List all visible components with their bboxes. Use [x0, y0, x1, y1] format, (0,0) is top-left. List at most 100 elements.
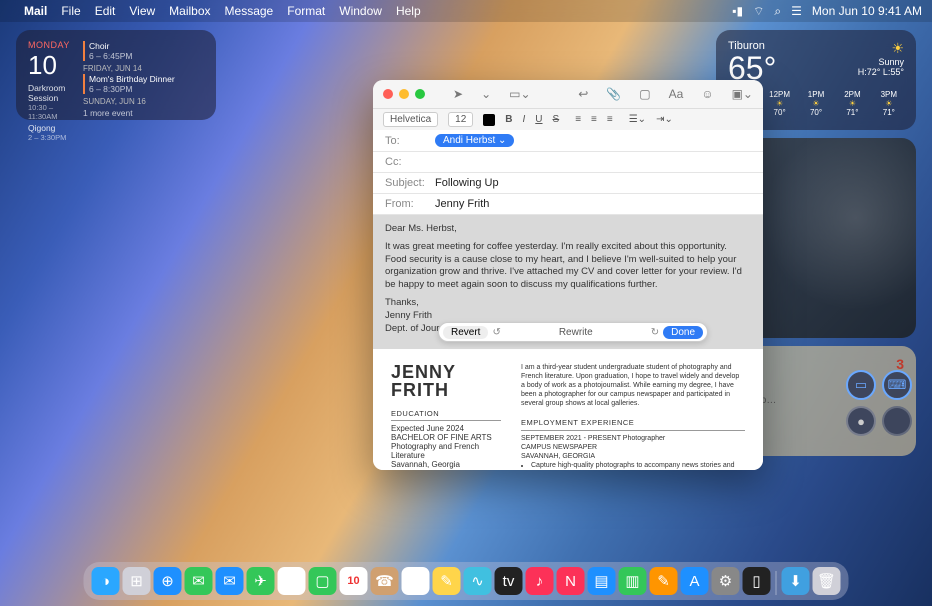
weather-condition: Sunny: [858, 57, 904, 67]
chevron-down-icon[interactable]: ⌄: [481, 87, 491, 101]
calendar-event: Choir 6 – 6:45PM: [83, 41, 204, 61]
underline-button[interactable]: U: [535, 114, 542, 125]
indent-icon[interactable]: ⇥⌄: [656, 114, 673, 125]
clock[interactable]: Mon Jun 10 9:41 AM: [812, 4, 922, 18]
resume-name: JENNYFRITH: [391, 363, 501, 399]
compose-body[interactable]: Dear Ms. Herbst, It was great meeting fo…: [373, 215, 763, 470]
dock-photos[interactable]: ✿: [278, 567, 306, 595]
dock-freeform[interactable]: ∿: [464, 567, 492, 595]
size-select[interactable]: 12: [448, 112, 473, 127]
align-left-icon[interactable]: ≡: [575, 114, 581, 125]
app-menu[interactable]: Mail: [24, 4, 47, 18]
subject-field-row[interactable]: Subject: Following Up: [373, 173, 763, 194]
calendar-day-label: MONDAY: [28, 40, 83, 50]
format-icon[interactable]: Aa: [669, 87, 684, 101]
dock-finder[interactable]: ◑: [92, 567, 120, 595]
resume-about: I am a third-year student undergraduate …: [521, 363, 745, 408]
resume-attachment: JENNYFRITH EDUCATION Expected June 2024 …: [373, 349, 763, 471]
dock-keynote[interactable]: ▤: [588, 567, 616, 595]
revert-button[interactable]: Revert: [443, 326, 488, 339]
close-button[interactable]: [383, 89, 393, 99]
dock-reminders[interactable]: ☰: [402, 567, 430, 595]
menu-bar: Mail File Edit View Mailbox Message Form…: [0, 0, 932, 22]
resume-bullets: Capture high-quality photographs to acco…: [531, 461, 745, 470]
dock-news[interactable]: N: [557, 567, 585, 595]
emoji-icon[interactable]: ☺: [701, 87, 713, 101]
window-titlebar[interactable]: ➤ ⌄ ▭⌄ ↩ 📎 ▢ Aa ☺ ▣⌄: [373, 80, 763, 108]
menu-window[interactable]: Window: [339, 4, 382, 18]
dock-mail[interactable]: ✉: [216, 567, 244, 595]
attach-icon[interactable]: 📎: [606, 87, 621, 101]
dock-music[interactable]: ♪: [526, 567, 554, 595]
photo-icon[interactable]: ▢: [639, 87, 650, 101]
calendar-event: Darkroom Session 10:30 – 11:30AM: [28, 83, 83, 121]
reply-icon[interactable]: ↩: [578, 87, 588, 101]
wifi-icon[interactable]: ⌔: [753, 4, 764, 19]
dock: ◑⊞⊕✉✉✈✿▢10☎☰✎∿tv♪N▤▥✎A⚙▯⬇🗑: [84, 562, 849, 600]
cc-field-row[interactable]: Cc:: [373, 152, 763, 173]
dock-notes[interactable]: ✎: [433, 567, 461, 595]
rewrite-label: Rewrite: [501, 327, 651, 338]
redo-icon[interactable]: ↻: [651, 327, 659, 338]
dock-settings[interactable]: ⚙: [712, 567, 740, 595]
rewrite-toolbar: Revert ↺ Rewrite ↻ Done: [438, 322, 708, 342]
desktop-controls: ▭ ⌨ ●: [846, 370, 912, 436]
to-field-row[interactable]: To: Andi Herbst ⌄: [373, 130, 763, 152]
menu-mailbox[interactable]: Mailbox: [169, 4, 210, 18]
list-icon[interactable]: ☰⌄: [629, 114, 646, 125]
control-center-icon[interactable]: ☰: [791, 4, 802, 18]
menu-help[interactable]: Help: [396, 4, 421, 18]
strike-button[interactable]: S: [553, 114, 560, 125]
dock-numbers[interactable]: ▥: [619, 567, 647, 595]
font-select[interactable]: Helvetica: [383, 112, 438, 127]
calendar-event: Qigong 2 – 3:30PM: [28, 123, 83, 142]
search-icon[interactable]: ⌕: [774, 4, 781, 19]
from-value[interactable]: Jenny Frith: [435, 198, 751, 210]
menu-view[interactable]: View: [129, 4, 155, 18]
dock-contacts[interactable]: ☎: [371, 567, 399, 595]
zoom-button[interactable]: [415, 89, 425, 99]
dock-messages[interactable]: ✉: [185, 567, 213, 595]
calendar-more: 1 more event: [83, 108, 204, 118]
display-control-icon[interactable]: ▭: [846, 370, 876, 400]
keyboard-control-icon[interactable]: ⌨: [882, 370, 912, 400]
undo-icon[interactable]: ↺: [492, 327, 500, 338]
mic-control-icon[interactable]: ●: [846, 406, 876, 436]
dock-tv[interactable]: tv: [495, 567, 523, 595]
calendar-day-number: 10: [28, 50, 83, 81]
header-toggle-icon[interactable]: ▭⌄: [509, 87, 530, 101]
dock-downloads[interactable]: ⬇: [782, 567, 810, 595]
dock-iphone[interactable]: ▯: [743, 567, 771, 595]
media-icon[interactable]: ▣⌄: [732, 87, 753, 101]
from-field-row[interactable]: From: Jenny Frith Revert ↺ Rewrite ↻ Don…: [373, 194, 763, 215]
dock-pages[interactable]: ✎: [650, 567, 678, 595]
color-swatch[interactable]: [483, 114, 495, 126]
recipient-pill[interactable]: Andi Herbst ⌄: [435, 134, 514, 147]
align-center-icon[interactable]: ≡: [591, 114, 597, 125]
menu-file[interactable]: File: [61, 4, 80, 18]
calendar-event: Mom's Birthday Dinner 6 – 8:30PM: [83, 74, 204, 94]
mail-compose-window: ➤ ⌄ ▭⌄ ↩ 📎 ▢ Aa ☺ ▣⌄ Helvetica 12 B I U …: [373, 80, 763, 470]
minimize-button[interactable]: [399, 89, 409, 99]
weather-hilo: H:72° L:55°: [858, 67, 904, 77]
blank-control[interactable]: [882, 406, 912, 436]
dock-facetime[interactable]: ▢: [309, 567, 337, 595]
italic-button[interactable]: I: [523, 114, 526, 125]
dock-trash[interactable]: 🗑: [813, 567, 841, 595]
align-right-icon[interactable]: ≡: [607, 114, 613, 125]
battery-icon[interactable]: ▪▮: [732, 4, 743, 18]
dock-safari[interactable]: ⊕: [154, 567, 182, 595]
sun-icon: ☀: [858, 40, 904, 57]
menu-message[interactable]: Message: [225, 4, 274, 18]
dock-calendar[interactable]: 10: [340, 567, 368, 595]
dock-appstore[interactable]: A: [681, 567, 709, 595]
calendar-widget[interactable]: MONDAY 10 Darkroom Session 10:30 – 11:30…: [16, 30, 216, 120]
dock-maps[interactable]: ✈: [247, 567, 275, 595]
subject-value[interactable]: Following Up: [435, 177, 751, 189]
dock-launchpad[interactable]: ⊞: [123, 567, 151, 595]
send-icon[interactable]: ➤: [453, 87, 463, 101]
done-button[interactable]: Done: [663, 326, 703, 339]
bold-button[interactable]: B: [505, 114, 512, 125]
menu-edit[interactable]: Edit: [95, 4, 116, 18]
menu-format[interactable]: Format: [287, 4, 325, 18]
